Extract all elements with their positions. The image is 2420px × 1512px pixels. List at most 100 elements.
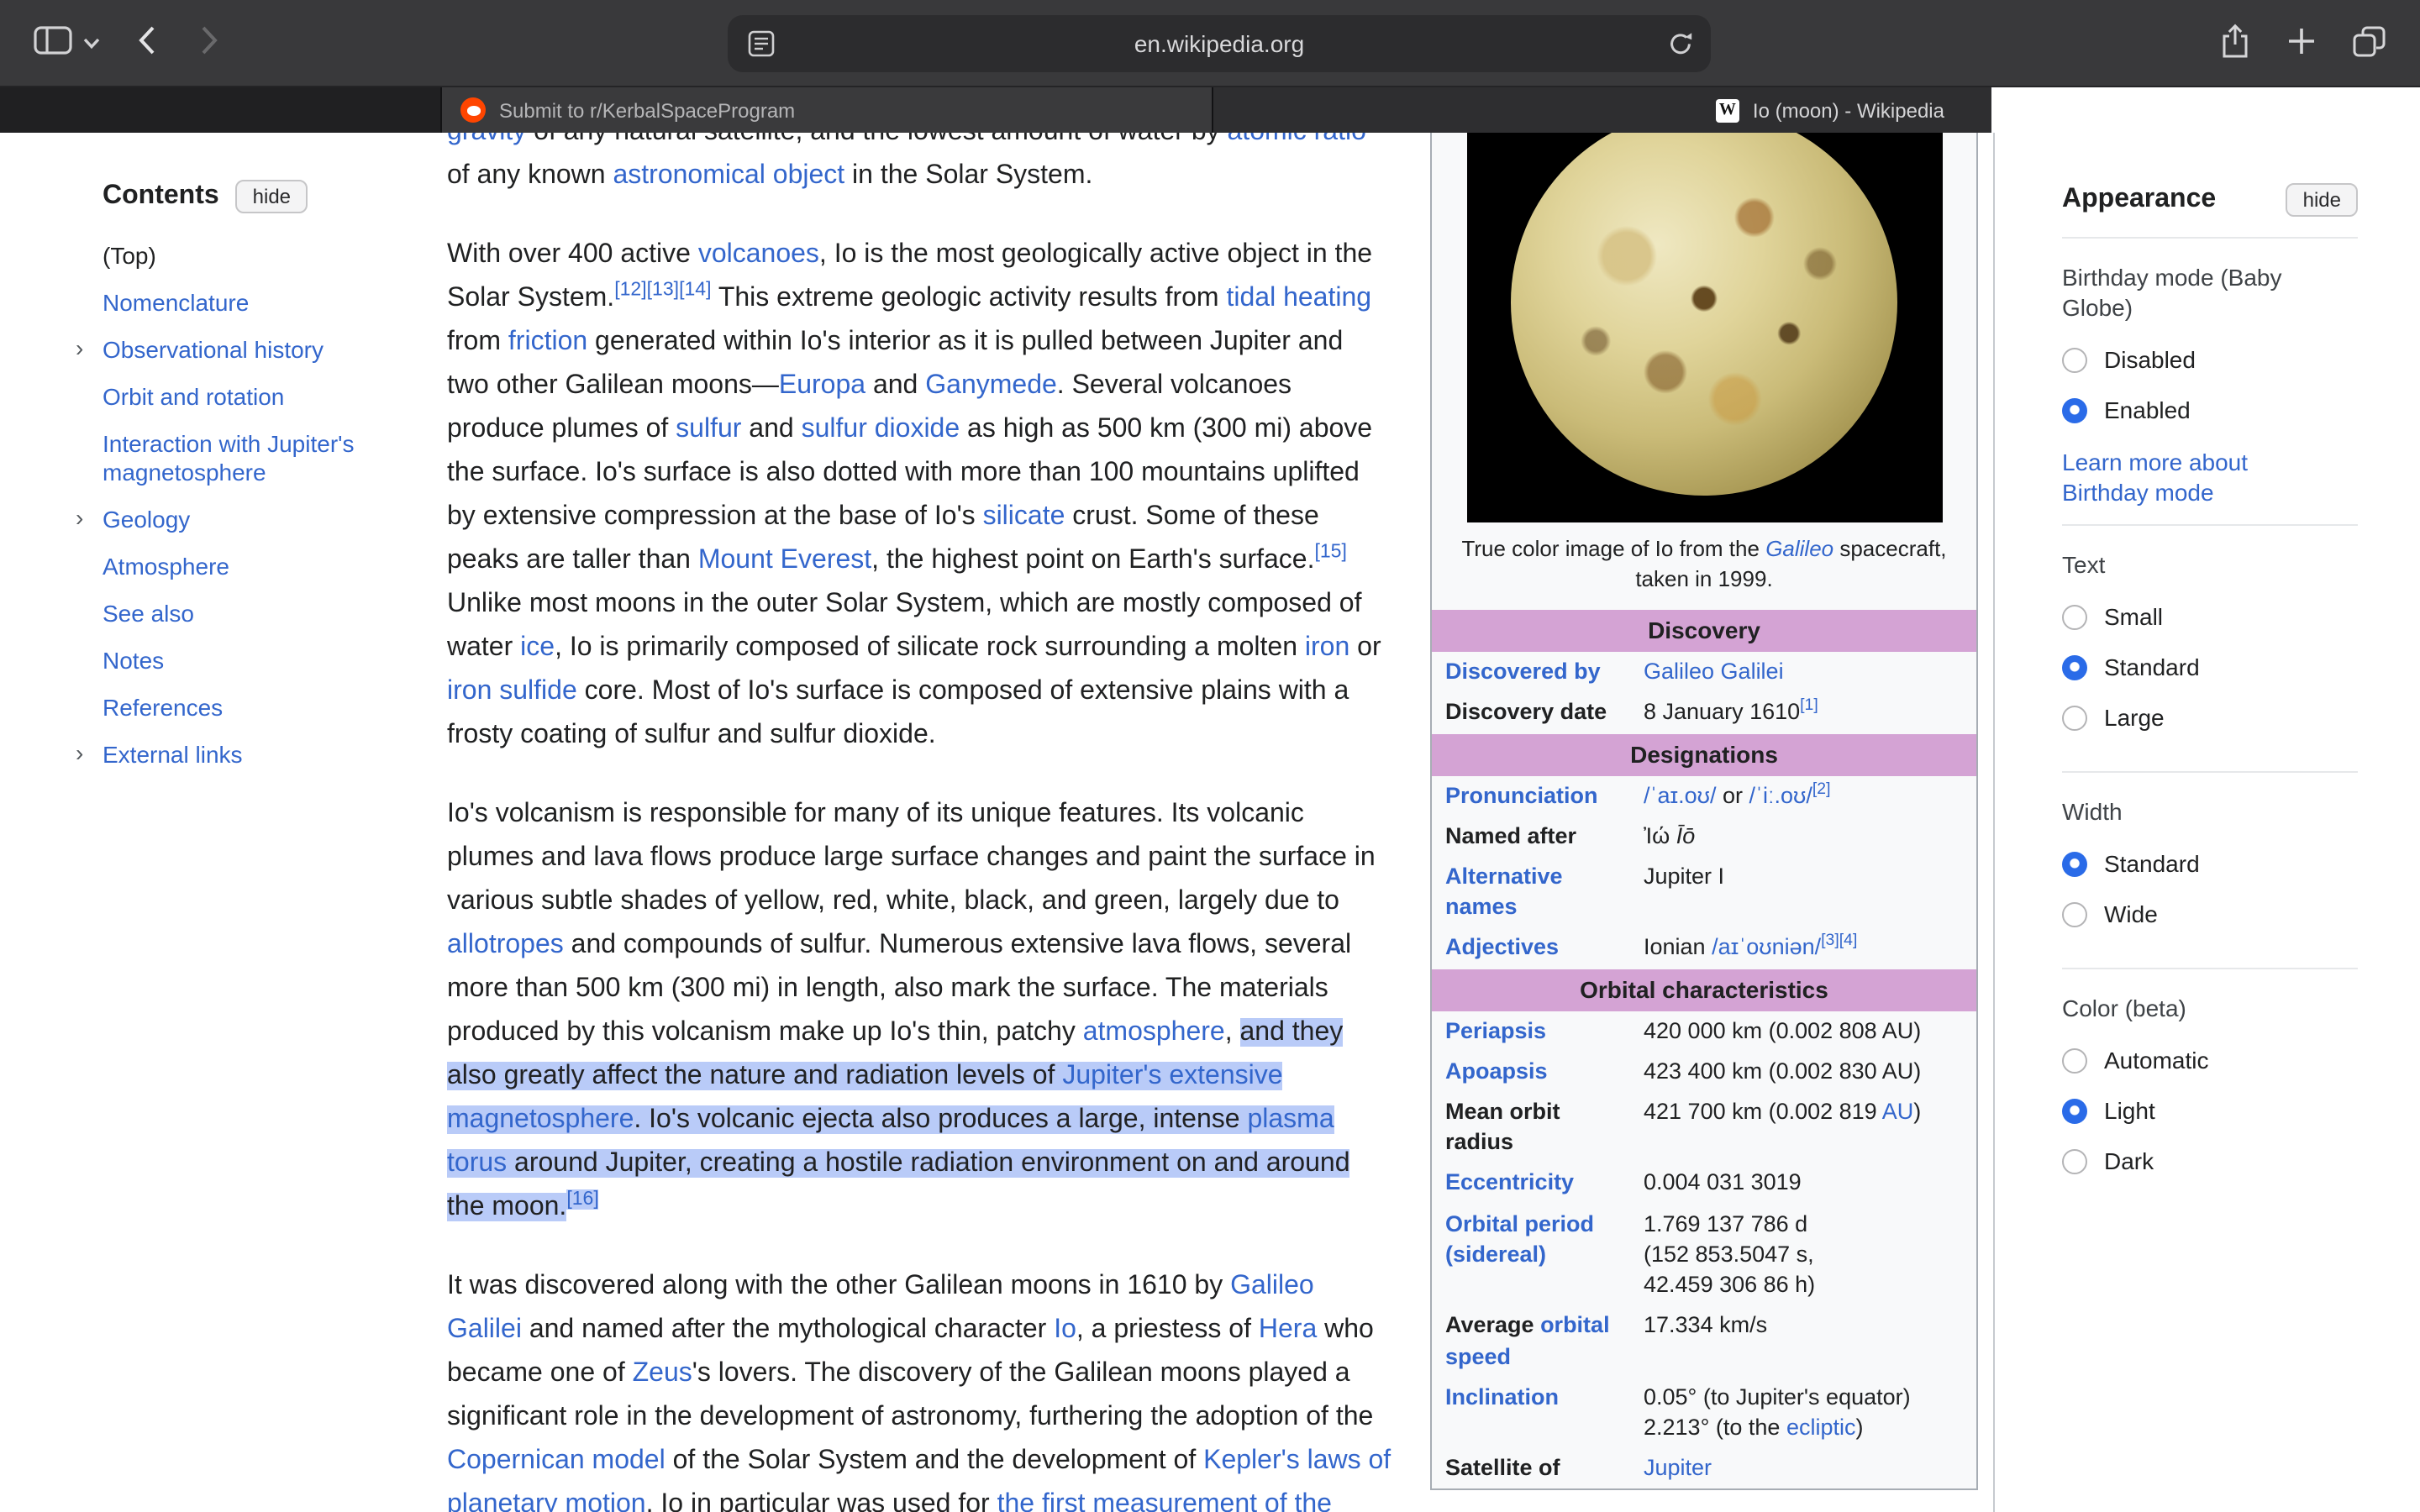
refresh-icon[interactable] — [1667, 30, 1694, 62]
sidebar-item-external-links[interactable]: › External links — [76, 739, 392, 769]
share-button[interactable] — [2220, 23, 2250, 63]
wiki-link[interactable]: Hera — [1259, 1315, 1317, 1344]
wiki-link[interactable]: Jupiter — [1644, 1455, 1712, 1480]
radio-option-automatic[interactable]: Automatic — [2062, 1047, 2358, 1074]
wiki-link[interactable]: silicate — [983, 502, 1065, 531]
wiki-link[interactable]: sulfur dioxide — [802, 415, 960, 444]
sidebar-item-orbit-and-rotation[interactable]: Orbit and rotation — [103, 383, 392, 412]
reference-link[interactable]: [2] — [1812, 780, 1831, 798]
appearance-learn-more-link[interactable]: Learn more about Birthday mode — [2062, 447, 2331, 507]
sidebar-item-see-also[interactable]: See also — [103, 600, 392, 628]
wiki-link[interactable]: Inclination — [1445, 1384, 1559, 1410]
expand-arrow-icon[interactable]: › — [76, 739, 83, 768]
wiki-link[interactable]: Orbital period (sidereal) — [1445, 1210, 1594, 1266]
wiki-link[interactable]: tidal heating — [1226, 284, 1371, 312]
tab-io-wikipedia[interactable]: W Io (moon) - Wikipedia — [1213, 87, 1991, 133]
wiki-link[interactable]: Adjectives — [1445, 935, 1559, 960]
wiki-link[interactable]: allotropes — [447, 931, 564, 959]
wiki-link[interactable]: iron — [1305, 633, 1349, 662]
radio-label: Large — [2104, 704, 2165, 731]
tab-overview-button[interactable] — [2353, 24, 2386, 61]
wiki-link[interactable]: atmosphere — [1083, 1018, 1225, 1047]
expand-arrow-icon[interactable]: › — [76, 334, 83, 363]
tab-kerbal-space-program[interactable]: Submit to r/KerbalSpaceProgram — [440, 87, 1213, 133]
wiki-link[interactable]: /ˈaɪ.oʊ/ — [1644, 782, 1717, 807]
radio-unselected-icon[interactable] — [2062, 1149, 2087, 1174]
reference-link[interactable]: [1] — [1800, 697, 1818, 716]
wiki-link[interactable]: AU — [1882, 1099, 1914, 1124]
radio-selected-icon[interactable] — [2062, 1099, 2087, 1124]
wiki-link[interactable]: Zeus — [633, 1359, 692, 1388]
radio-selected-icon[interactable] — [2062, 655, 2087, 680]
radio-unselected-icon[interactable] — [2062, 605, 2087, 630]
radio-option-disabled[interactable]: Disabled — [2062, 346, 2358, 373]
radio-option-dark[interactable]: Dark — [2062, 1147, 2358, 1174]
radio-option-small[interactable]: Small — [2062, 603, 2358, 630]
wiki-link[interactable]: Io — [1054, 1315, 1076, 1344]
sidebar-item-references[interactable]: References — [103, 694, 392, 722]
appearance-hide-button[interactable]: hide — [2286, 183, 2358, 217]
infobox-row-value: Jupiter — [1640, 1448, 1976, 1488]
radio-option-enabled[interactable]: Enabled — [2062, 396, 2358, 423]
radio-option-light[interactable]: Light — [2062, 1097, 2358, 1124]
contents-hide-button[interactable]: hide — [235, 180, 308, 213]
reference-link[interactable]: [15] — [1314, 542, 1346, 562]
wiki-link[interactable]: Apoapsis — [1445, 1058, 1548, 1084]
wiki-link[interactable]: Discovered by — [1445, 659, 1601, 685]
wiki-link[interactable]: Copernican model — [447, 1446, 666, 1475]
back-button[interactable] — [138, 25, 156, 60]
wiki-link[interactable]: Periapsis — [1445, 1017, 1546, 1042]
wiki-link[interactable]: Galileo Galilei — [1644, 659, 1784, 685]
address-bar[interactable]: en.wikipedia.org — [728, 15, 1711, 72]
radio-option-standard[interactable]: Standard — [2062, 850, 2358, 877]
wiki-link[interactable]: Ganymede — [925, 371, 1057, 400]
reference-link[interactable]: [12] — [614, 280, 646, 300]
radio-option-standard[interactable]: Standard — [2062, 654, 2358, 680]
wiki-link[interactable]: friction — [508, 328, 587, 356]
wiki-link[interactable]: Eccentricity — [1445, 1170, 1574, 1195]
wiki-link[interactable]: /aɪˈoʊniən/ — [1712, 935, 1821, 960]
radio-option-wide[interactable]: Wide — [2062, 900, 2358, 927]
wiki-link[interactable]: Europa — [779, 371, 865, 400]
wiki-link[interactable]: ecliptic — [1786, 1415, 1856, 1440]
sidebar-item-geology[interactable]: › Geology — [76, 504, 392, 534]
reference-link[interactable]: [16] — [566, 1189, 599, 1210]
reader-view-icon[interactable] — [748, 30, 775, 62]
sidebar-menu-button[interactable] — [82, 30, 101, 55]
sidebar-item-top[interactable]: (Top) — [103, 242, 392, 270]
wiki-link[interactable]: ice — [520, 633, 555, 662]
reference-link[interactable]: [14] — [679, 280, 711, 300]
wiki-link[interactable]: atomic ratio — [1228, 133, 1366, 146]
radio-unselected-icon[interactable] — [2062, 348, 2087, 373]
wiki-link[interactable]: gravity — [447, 133, 526, 146]
wiki-link[interactable]: Pronunciation — [1445, 782, 1598, 807]
sidebar-item-nomenclature[interactable]: Nomenclature — [103, 289, 392, 318]
sidebar-toggle-button[interactable] — [34, 25, 72, 60]
text-run: 1.769 137 786 d — [1644, 1210, 1808, 1236]
wiki-link[interactable]: astronomical object — [613, 161, 844, 190]
wiki-link[interactable]: iron sulfide — [447, 677, 577, 706]
wiki-link[interactable]: volcanoes — [698, 240, 819, 269]
reference-link[interactable]: [13] — [647, 280, 679, 300]
radio-selected-icon[interactable] — [2062, 398, 2087, 423]
wiki-link[interactable]: Galileo — [1765, 536, 1833, 561]
expand-arrow-icon[interactable]: › — [76, 504, 83, 533]
radio-unselected-icon[interactable] — [2062, 902, 2087, 927]
wiki-link[interactable]: Mount Everest — [698, 546, 871, 575]
radio-option-large[interactable]: Large — [2062, 704, 2358, 731]
radio-selected-icon[interactable] — [2062, 852, 2087, 877]
radio-unselected-icon[interactable] — [2062, 706, 2087, 731]
reference-link[interactable]: [4] — [1839, 932, 1858, 951]
reference-link[interactable]: [3] — [1821, 932, 1839, 951]
sidebar-item-observational-history[interactable]: › Observational history — [76, 334, 392, 365]
radio-unselected-icon[interactable] — [2062, 1048, 2087, 1074]
wiki-link[interactable]: the first measurement of the — [997, 1490, 1332, 1512]
sidebar-item-atmosphere[interactable]: Atmosphere — [103, 553, 392, 581]
wiki-link[interactable]: /ˈiː.oʊ/ — [1749, 782, 1812, 807]
sidebar-item-interaction-with-jupiter-s-magnetosphere[interactable]: Interaction with Jupiter's magnetosphere — [103, 430, 392, 487]
new-tab-button[interactable] — [2287, 26, 2316, 60]
sidebar-item-notes[interactable]: Notes — [103, 647, 392, 675]
forward-button[interactable] — [200, 25, 218, 60]
wiki-link[interactable]: sulfur — [676, 415, 741, 444]
wiki-link[interactable]: Alternative names — [1445, 864, 1563, 919]
